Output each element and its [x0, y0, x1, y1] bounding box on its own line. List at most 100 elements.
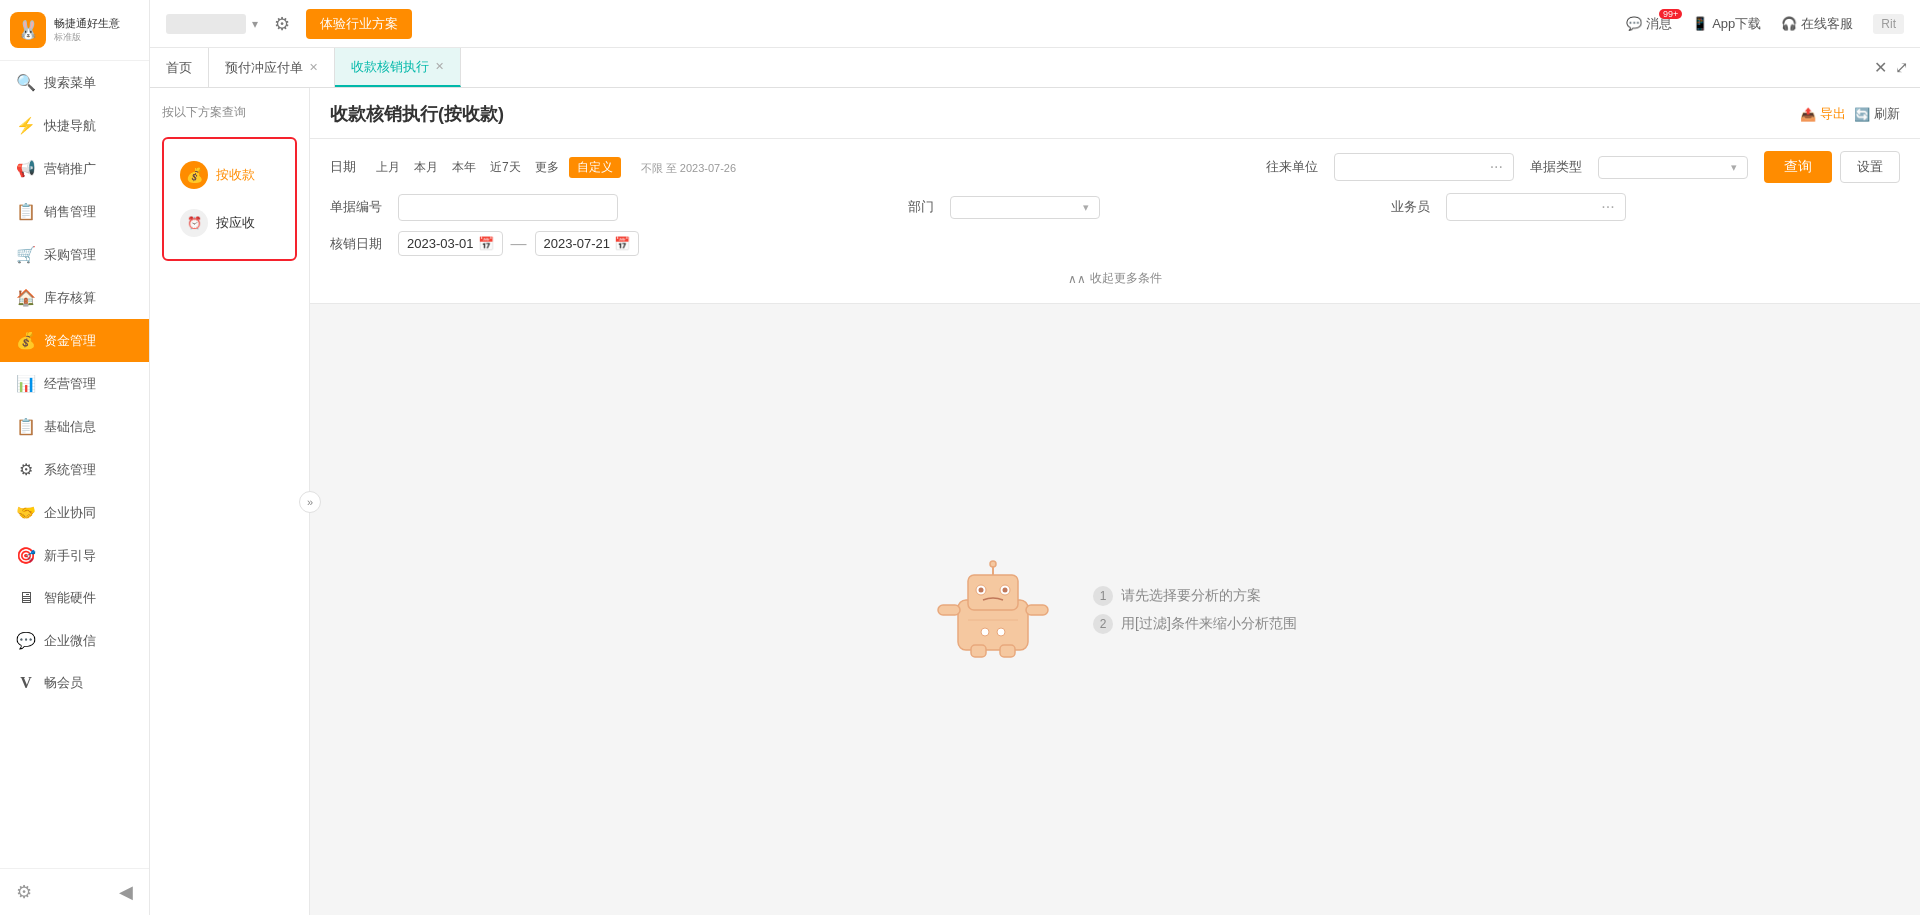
empty-hint-1: 1 请先选择要分析的方案 — [1093, 586, 1297, 606]
guide-nav-icon: 🎯 — [16, 546, 36, 565]
sidebar-item-sales[interactable]: 📋 销售管理 — [0, 190, 149, 233]
empty-state: 1 请先选择要分析的方案 2 用[过滤]条件来缩小分析范围 — [310, 304, 1920, 915]
date-filter-label: 日期 — [330, 158, 356, 176]
doc-type-chevron-icon: ▾ — [1731, 161, 1737, 174]
sidebar-item-search[interactable]: 🔍 搜索菜单 — [0, 61, 149, 104]
sidebar-item-hardware[interactable]: 🖥 智能硬件 — [0, 577, 149, 619]
empty-illustration — [933, 560, 1053, 660]
verify-date-start-input[interactable]: 2023-03-01 📅 — [398, 231, 503, 256]
date-btn-more[interactable]: 更多 — [531, 157, 563, 178]
logo-text: 畅捷通好生意 标准版 — [54, 16, 120, 43]
refresh-button[interactable]: 🔄 刷新 — [1854, 105, 1900, 123]
svg-rect-8 — [971, 645, 986, 657]
collapse-panel-button[interactable]: » — [299, 491, 321, 513]
date-btn-custom[interactable]: 自定义 — [569, 157, 621, 178]
verify-end-value: 2023-07-21 — [544, 236, 611, 251]
app-download-button[interactable]: 📱 App下载 — [1692, 15, 1761, 33]
purchase-nav-icon: 🛒 — [16, 245, 36, 264]
calendar-end-icon: 📅 — [614, 236, 630, 251]
enterprise-nav-icon: 🤝 — [16, 503, 36, 522]
filter-settings-button[interactable]: 设置 — [1840, 151, 1900, 183]
gear-icon[interactable]: ⚙ — [274, 13, 290, 35]
svg-point-11 — [990, 561, 996, 567]
sidebar-nav: 🔍 搜索菜单 ⚡ 快捷导航 📢 营销推广 📋 销售管理 🛒 采购管理 🏠 库存核… — [0, 61, 149, 868]
doc-type-label: 单据类型 — [1530, 158, 1582, 176]
export-button[interactable]: 📤 导出 — [1800, 105, 1846, 123]
filter-actions: 查询 设置 — [1764, 151, 1900, 183]
sidebar-item-guide[interactable]: 🎯 新手引导 — [0, 534, 149, 577]
sidebar: 🐰 畅捷通好生意 标准版 🔍 搜索菜单 ⚡ 快捷导航 📢 营销推广 📋 销售管理… — [0, 0, 150, 915]
industry-solution-button[interactable]: 体验行业方案 — [306, 9, 412, 39]
svg-rect-7 — [1026, 605, 1048, 615]
operation-nav-icon: 📊 — [16, 374, 36, 393]
logo-icon: 🐰 — [10, 12, 46, 48]
sidebar-item-finance[interactable]: 💰 资金管理 — [0, 319, 149, 362]
page-title: 收款核销执行(按收款) — [330, 102, 504, 126]
date-btn-this-month[interactable]: 本月 — [410, 157, 442, 178]
empty-state-content: 1 请先选择要分析的方案 2 用[过滤]条件来缩小分析范围 — [933, 560, 1297, 660]
counterpart-label: 往来单位 — [1266, 158, 1318, 176]
left-panel-title: 按以下方案查询 — [162, 100, 297, 125]
topbar-brand: ▾ — [166, 14, 258, 34]
export-icon: 📤 — [1800, 107, 1816, 122]
empty-hints: 1 请先选择要分析的方案 2 用[过滤]条件来缩小分析范围 — [1093, 586, 1297, 634]
option-by-receipt[interactable]: 💰 按收款 — [172, 151, 287, 199]
query-button[interactable]: 查询 — [1764, 151, 1832, 183]
sidebar-item-purchase[interactable]: 🛒 采购管理 — [0, 233, 149, 276]
tab-expand-icon[interactable]: ⤢ — [1895, 58, 1908, 77]
filter-row-3: 核销日期 2023-03-01 📅 — 2023-07-21 📅 — [330, 231, 1900, 256]
settings-footer-icon[interactable]: ⚙ — [16, 881, 32, 903]
page-header: 收款核销执行(按收款) 📤 导出 🔄 刷新 — [310, 88, 1920, 139]
online-service-button[interactable]: 🎧 在线客服 — [1781, 15, 1853, 33]
date-btn-last-month[interactable]: 上月 — [372, 157, 404, 178]
marketing-nav-icon: 📢 — [16, 159, 36, 178]
svg-rect-9 — [1000, 645, 1015, 657]
brand-placeholder — [166, 14, 246, 34]
message-button[interactable]: 💬 消息 99+ — [1626, 15, 1672, 33]
right-content: 收款核销执行(按收款) 📤 导出 🔄 刷新 — [310, 88, 1920, 915]
user-avatar[interactable]: Rit — [1873, 14, 1904, 34]
hint-num-1: 1 — [1093, 586, 1113, 606]
collapse-chevron-icon: ∧∧ — [1068, 272, 1086, 286]
filter-bar: 日期 上月 本月 本年 近7天 更多 自定义 不限 至 2023-07-26 — [310, 139, 1920, 304]
salesman-label: 业务员 — [1391, 198, 1430, 216]
tab-collection[interactable]: 收款核销执行 ✕ — [335, 48, 461, 87]
sidebar-item-enterprise[interactable]: 🤝 企业协同 — [0, 491, 149, 534]
collapse-sidebar-button[interactable]: ◀ — [119, 881, 133, 903]
hint-num-2: 2 — [1093, 614, 1113, 634]
topbar-right: 💬 消息 99+ 📱 App下载 🎧 在线客服 Rit — [1626, 14, 1904, 34]
verify-date-end-input[interactable]: 2023-07-21 📅 — [535, 231, 640, 256]
tab-collection-close-icon[interactable]: ✕ — [435, 60, 444, 73]
sidebar-item-basic[interactable]: 📋 基础信息 — [0, 405, 149, 448]
date-btn-this-year[interactable]: 本年 — [448, 157, 480, 178]
member-nav-icon: V — [16, 674, 36, 692]
search-nav-icon: 🔍 — [16, 73, 36, 92]
tab-prepay-close-icon[interactable]: ✕ — [309, 61, 318, 74]
option-by-receivable[interactable]: ⏰ 按应收 — [172, 199, 287, 247]
chevron-down-icon: ▾ — [252, 17, 258, 31]
sidebar-item-member[interactable]: V 畅会员 — [0, 662, 149, 704]
sidebar-item-quick[interactable]: ⚡ 快捷导航 — [0, 104, 149, 147]
doc-no-input[interactable] — [398, 194, 618, 221]
counterpart-more-icon[interactable]: ··· — [1490, 158, 1503, 176]
sidebar-item-system[interactable]: ⚙ 系统管理 — [0, 448, 149, 491]
salesman-more-icon[interactable]: ··· — [1601, 198, 1614, 216]
tab-prepay[interactable]: 预付冲应付单 ✕ — [209, 48, 335, 87]
date-btn-7days[interactable]: 近7天 — [486, 157, 525, 178]
receivable-option-icon: ⏰ — [180, 209, 208, 237]
tab-home[interactable]: 首页 — [150, 48, 209, 87]
sidebar-item-operation[interactable]: 📊 经营管理 — [0, 362, 149, 405]
sidebar-item-wechat[interactable]: 💬 企业微信 — [0, 619, 149, 662]
tab-close-all-icon[interactable]: ✕ — [1874, 58, 1887, 77]
page-title-row: 收款核销执行(按收款) 📤 导出 🔄 刷新 — [330, 102, 1900, 126]
date-quick-buttons: 上月 本月 本年 近7天 更多 自定义 — [372, 157, 621, 178]
sidebar-item-marketing[interactable]: 📢 营销推广 — [0, 147, 149, 190]
sidebar-item-inventory[interactable]: 🏠 库存核算 — [0, 276, 149, 319]
filter-row-1: 日期 上月 本月 本年 近7天 更多 自定义 不限 至 2023-07-26 — [330, 151, 1900, 183]
collapse-more-button[interactable]: ∧∧ 收起更多条件 — [1056, 266, 1174, 291]
calendar-start-icon: 📅 — [478, 236, 494, 251]
inventory-nav-icon: 🏠 — [16, 288, 36, 307]
svg-point-5 — [1003, 587, 1008, 592]
message-icon: 💬 — [1626, 16, 1642, 31]
verify-date-label: 核销日期 — [330, 235, 382, 253]
